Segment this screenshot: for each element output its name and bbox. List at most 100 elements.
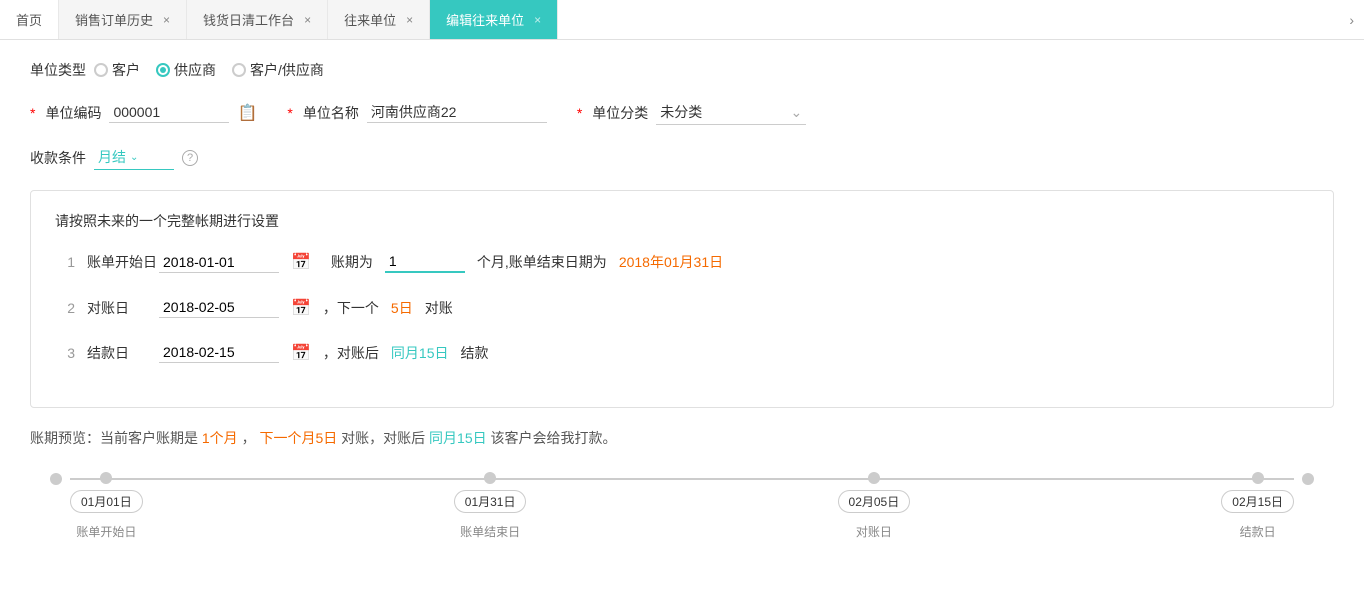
help-icon[interactable]: ?: [182, 150, 198, 166]
preview-part2: 下一个月5日: [259, 430, 337, 446]
radio-supplier[interactable]: 供应商: [156, 60, 216, 80]
tab-sales-history-label: 销售订单历史: [75, 10, 153, 29]
payment-dropdown[interactable]: 月结 ⌄: [94, 145, 174, 170]
name-required: *: [287, 105, 292, 121]
unit-type-label: 单位类型: [30, 60, 86, 80]
reconcile-highlight: 5日: [391, 298, 413, 318]
timeline-point-3: 02月05日 对账日: [838, 472, 911, 540]
name-label: 单位名称: [303, 103, 359, 123]
end-date-highlight: 2018年01月31日: [619, 252, 723, 272]
timeline-line: [70, 478, 1294, 480]
point-desc-1: 账单开始日: [76, 523, 136, 540]
tab-home[interactable]: 首页: [0, 0, 59, 39]
name-input[interactable]: [367, 102, 547, 123]
radio-both[interactable]: 客户/供应商: [232, 60, 324, 80]
code-required: *: [30, 105, 35, 121]
tab-sales-history[interactable]: 销售订单历史 ×: [59, 0, 187, 39]
entry-row-2: 2 对账日 📅 ，下一个 5日 对账: [55, 297, 1309, 318]
point-desc-2: 账单结束日: [460, 523, 520, 540]
row-num-2: 2: [55, 300, 75, 316]
preview-sep2: 对账，对账后: [341, 430, 425, 446]
code-input[interactable]: [109, 102, 229, 123]
tab-cash-work-label: 钱货日清工作台: [203, 10, 294, 29]
preview-part4: 该客户会给我打款。: [491, 430, 617, 446]
tab-cash-work-close[interactable]: ×: [304, 13, 311, 27]
code-name-row: * 单位编码 📋 * 单位名称 * 单位分类 未分类 ⌄: [30, 100, 1334, 125]
settings-box: 请按照未来的一个完整帐期进行设置 1 账单开始日 📅 账期为 个月,账单结束日期…: [30, 190, 1334, 408]
start-date-input[interactable]: [159, 252, 279, 273]
period-input[interactable]: [385, 251, 465, 273]
payment-label: 收款条件: [30, 148, 86, 168]
point-desc-3: 对账日: [856, 523, 892, 540]
point-label-3: 02月05日: [838, 490, 911, 513]
radio-supplier-label: 供应商: [174, 60, 216, 80]
question-mark: ?: [187, 152, 193, 164]
category-label: 单位分类: [592, 103, 648, 123]
preview-part3: 同月15日: [429, 430, 487, 446]
unit-type-group: 单位类型 客户 供应商 客户/供应商: [30, 60, 324, 80]
payment-value: 月结: [98, 147, 126, 167]
chevron-right-icon: ›: [1349, 12, 1354, 28]
period-prefix: 账期为: [331, 252, 373, 272]
tab-more-arrow[interactable]: ›: [1339, 0, 1364, 39]
point-label-1: 01月01日: [70, 490, 143, 513]
entry-label-2: 对账日: [87, 298, 147, 318]
radio-circle-both: [232, 63, 246, 77]
reconcile-suffix: 对账: [425, 298, 453, 318]
period-suffix: 个月,账单结束日期为: [477, 252, 607, 272]
preview-label: 账期预览：当前客户账期是: [30, 430, 198, 446]
tab-partner[interactable]: 往来单位 ×: [328, 0, 430, 39]
payment-date-calendar-icon[interactable]: 📅: [291, 343, 311, 363]
entry-row-1: 1 账单开始日 📅 账期为 个月,账单结束日期为 2018年01月31日: [55, 251, 1309, 273]
code-group: * 单位编码 📋: [30, 102, 257, 123]
entry-label-3: 结款日: [87, 343, 147, 363]
tab-sales-history-close[interactable]: ×: [163, 13, 170, 27]
payment-group: 收款条件 月结 ⌄ ?: [30, 145, 198, 170]
reconcile-date-calendar-icon[interactable]: 📅: [291, 298, 311, 318]
radio-customer-label: 客户: [112, 60, 140, 80]
point-label-2: 01月31日: [454, 490, 527, 513]
name-group: * 单位名称: [287, 102, 546, 123]
tab-cash-work[interactable]: 钱货日清工作台 ×: [187, 0, 328, 39]
category-chevron-icon: ⌄: [791, 104, 803, 121]
copy-icon[interactable]: 📋: [237, 103, 257, 123]
main-content: 单位类型 客户 供应商 客户/供应商 * 单位编码: [0, 40, 1364, 608]
box-title: 请按照未来的一个完整帐期进行设置: [55, 211, 1309, 231]
point-label-4: 02月15日: [1221, 490, 1294, 513]
entry-label-1: 账单开始日: [87, 252, 147, 272]
code-label: 单位编码: [45, 103, 101, 123]
category-select[interactable]: 未分类 ⌄: [656, 100, 806, 125]
row-num-1: 1: [55, 254, 75, 270]
tab-edit-partner-close[interactable]: ×: [534, 13, 541, 27]
radio-circle-supplier: [156, 63, 170, 77]
timeline-point-1: 01月01日 账单开始日: [70, 472, 143, 540]
radio-customer[interactable]: 客户: [94, 60, 140, 80]
unit-type-row: 单位类型 客户 供应商 客户/供应商: [30, 60, 1334, 80]
timeline-point-2: 01月31日 账单结束日: [454, 472, 527, 540]
category-group: * 单位分类 未分类 ⌄: [577, 100, 806, 125]
timeline-left-dot: [50, 473, 62, 485]
timeline-right-dot: [1302, 473, 1314, 485]
payment-chevron-icon: ⌄: [130, 152, 138, 163]
timeline-point-4: 02月15日 结款日: [1221, 472, 1294, 540]
tab-partner-close[interactable]: ×: [406, 13, 413, 27]
radio-both-label: 客户/供应商: [250, 60, 324, 80]
tab-bar: 首页 销售订单历史 × 钱货日清工作台 × 往来单位 × 编辑往来单位 × ›: [0, 0, 1364, 40]
payment-suffix: 结款: [461, 343, 489, 363]
category-value: 未分类: [660, 102, 702, 122]
tab-edit-partner-label: 编辑往来单位: [446, 10, 524, 29]
start-date-calendar-icon[interactable]: 📅: [291, 252, 311, 272]
tab-partner-label: 往来单位: [344, 10, 396, 29]
point-desc-4: 结款日: [1240, 523, 1276, 540]
preview-sep1: ，: [242, 430, 256, 446]
reconcile-date-input[interactable]: [159, 297, 279, 318]
reconcile-prefix: ，下一个: [323, 298, 379, 318]
row-num-3: 3: [55, 345, 75, 361]
payment-date-input[interactable]: [159, 342, 279, 363]
tab-edit-partner[interactable]: 编辑往来单位 ×: [430, 0, 558, 39]
payment-highlight: 同月15日: [391, 343, 449, 363]
payment-prefix: ，对账后: [323, 343, 379, 363]
radio-circle-customer: [94, 63, 108, 77]
timeline-container: 01月01日 账单开始日 01月31日 账单结束日 02月05日 对账日 02月…: [30, 472, 1334, 540]
preview-part1: 1个月: [202, 430, 238, 446]
